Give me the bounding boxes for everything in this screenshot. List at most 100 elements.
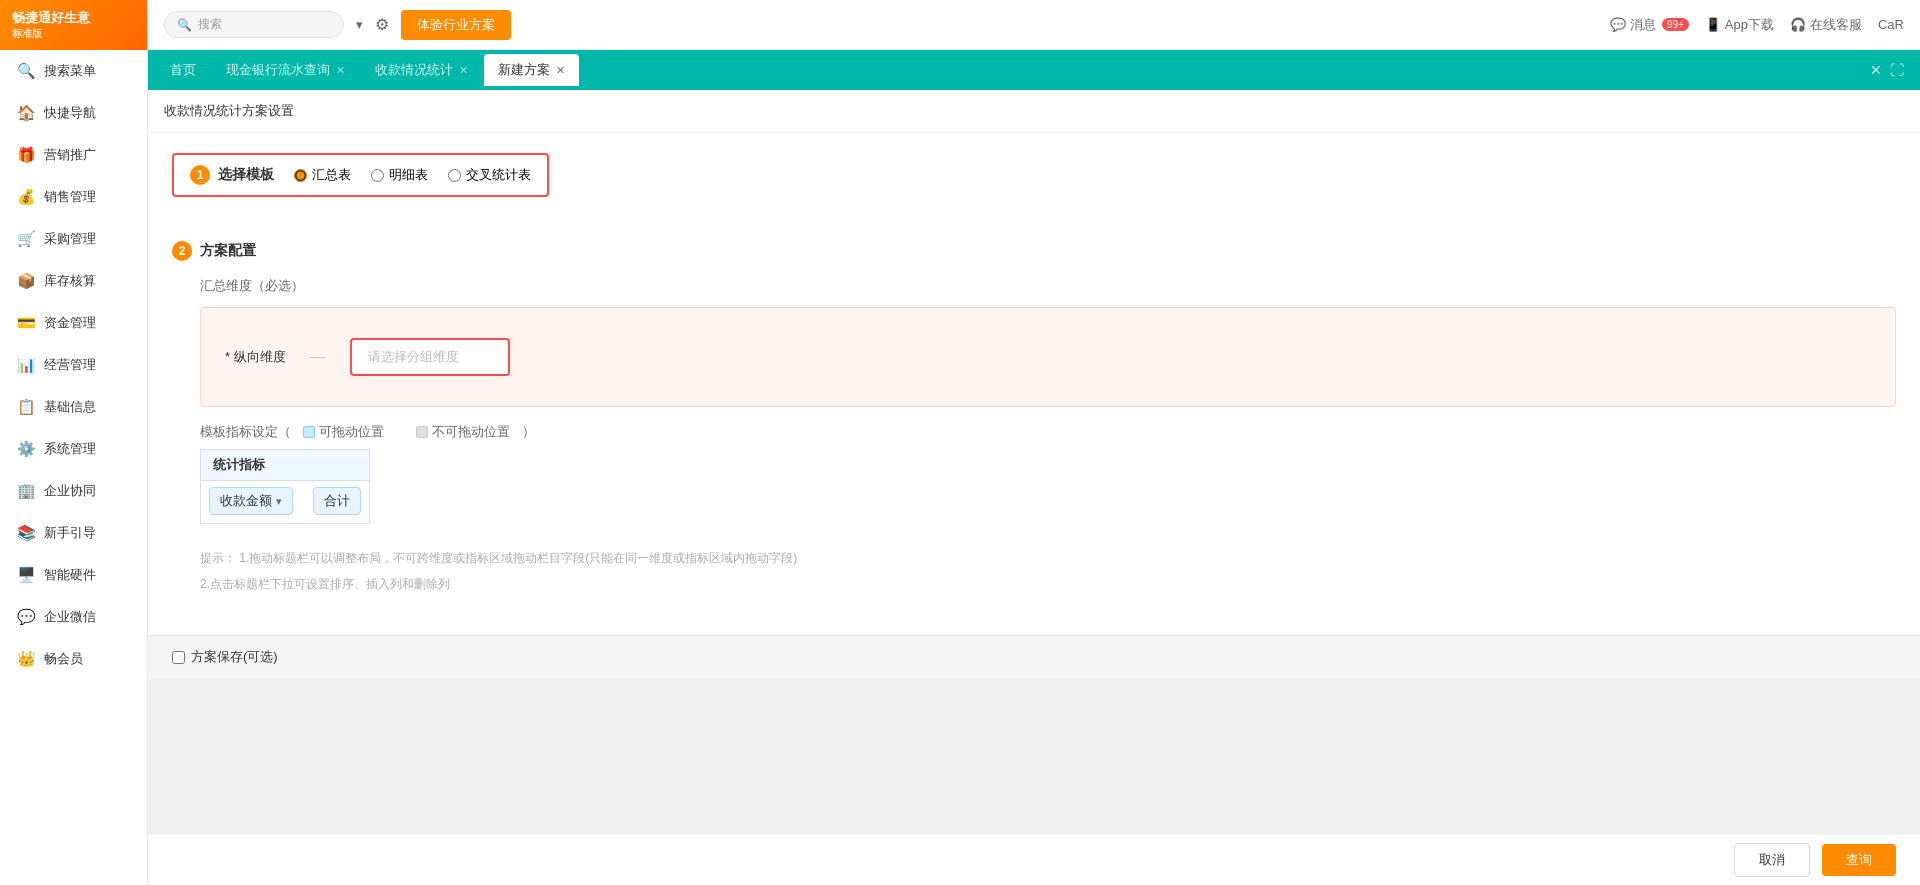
sidebar-item-capital[interactable]: 💳 资金管理	[0, 302, 147, 344]
tab-new-plan[interactable]: 新建方案 ✕	[484, 54, 579, 86]
section1-wrapper: 1 选择模板 汇总表 明细表	[172, 153, 1896, 221]
tab-home[interactable]: 首页	[156, 54, 210, 86]
search-icon: 🔍	[177, 18, 192, 32]
radio-cross[interactable]: 交叉统计表	[448, 166, 531, 184]
fixed-dot	[416, 426, 428, 438]
sidebar-item-basic-info[interactable]: 📋 基础信息	[0, 386, 147, 428]
tab-label-collection-stat: 收款情况统计	[375, 61, 453, 79]
sidebar-item-marketing[interactable]: 🎁 营销推广	[0, 134, 147, 176]
dimension-label: 汇总维度（必选）	[200, 277, 1896, 295]
tips-section: 提示： 1.拖动标题栏可以调整布局，不可跨维度或指标区域拖动栏目字段(只能在同一…	[200, 548, 1896, 595]
radio-summary-input[interactable]	[294, 169, 307, 182]
tabs-list: 首页现金银行流水查询✕ 收款情况统计 ✕ 新建方案 ✕	[156, 54, 579, 86]
amount-label: 收款金额	[220, 492, 272, 510]
section2-title: 方案配置	[200, 242, 256, 260]
sidebar-label-quick-nav: 快捷导航	[44, 104, 96, 122]
sidebar-label-member: 畅会员	[44, 650, 83, 668]
sidebar-label-inventory: 库存核算	[44, 272, 96, 290]
sidebar-icon-sales: 💰	[16, 188, 36, 206]
dimension-config: 汇总维度（必选） * 纵向维度 — 请选择分组维度 模板指标设定（	[200, 277, 1896, 595]
section1-num: 1	[190, 165, 210, 185]
app-icon: 📱	[1705, 17, 1721, 32]
settings-gear-icon[interactable]: ⚙	[375, 15, 389, 34]
tab-label-new-plan: 新建方案	[498, 61, 550, 79]
amount-dropdown-icon: ▾	[276, 495, 282, 508]
footer-section: 方案保存(可选)	[148, 635, 1920, 678]
sidebar-label-sales: 销售管理	[44, 188, 96, 206]
radio-detail-label: 明细表	[389, 166, 428, 184]
section1-title: 选择模板	[218, 166, 274, 184]
sidebar-item-hardware[interactable]: 🖥️ 智能硬件	[0, 554, 147, 596]
sidebar-icon-inventory: 📦	[16, 272, 36, 290]
radio-cross-label: 交叉统计表	[466, 166, 531, 184]
maximize-window-icon[interactable]: ⛶	[1890, 62, 1904, 78]
sidebar-label-purchase: 采购管理	[44, 230, 96, 248]
sidebar-item-quick-nav[interactable]: 🏠 快捷导航	[0, 92, 147, 134]
row-dimension-label: * 纵向维度	[225, 348, 286, 366]
section1-header: 1 选择模板	[190, 165, 274, 185]
logo-text: 畅捷通好生意	[12, 9, 90, 27]
sidebar-icon-system: ⚙️	[16, 440, 36, 458]
tab-bank-flow[interactable]: 现金银行流水查询✕	[212, 54, 359, 86]
radio-detail[interactable]: 明细表	[371, 166, 428, 184]
sidebar-item-inventory[interactable]: 📦 库存核算	[0, 260, 147, 302]
sidebar-item-system[interactable]: ⚙️ 系统管理	[0, 428, 147, 470]
sidebar-item-search-menu[interactable]: 🔍 搜索菜单	[0, 50, 147, 92]
tab-collection-stat[interactable]: 收款情况统计 ✕	[361, 54, 482, 86]
sidebar-icon-quick-nav: 🏠	[16, 104, 36, 122]
trial-button[interactable]: 体验行业方案	[401, 10, 511, 40]
online-service-button[interactable]: 🎧 在线客服	[1790, 16, 1862, 34]
cancel-button[interactable]: 取消	[1734, 843, 1810, 877]
close-window-icon[interactable]: ✕	[1870, 62, 1882, 78]
notification-button[interactable]: 💬 消息 99+	[1610, 16, 1689, 34]
radio-cross-input[interactable]	[448, 169, 461, 182]
save-plan-checkbox[interactable]	[172, 651, 185, 664]
app-download-button[interactable]: 📱 App下载	[1705, 16, 1774, 34]
sidebar-icon-purchase: 🛒	[16, 230, 36, 248]
radio-summary[interactable]: 汇总表	[294, 166, 351, 184]
sidebar-item-enterprise[interactable]: 🏢 企业协同	[0, 470, 147, 512]
radio-summary-label: 汇总表	[312, 166, 351, 184]
tab-close-new-plan[interactable]: ✕	[556, 64, 565, 77]
logo-sub: 标准版	[12, 27, 90, 41]
search-box[interactable]: 🔍 搜索	[164, 11, 344, 38]
sidebar-icon-enterprise: 🏢	[16, 482, 36, 500]
amount-tag[interactable]: 收款金额 ▾	[209, 487, 293, 515]
save-plan-checkbox-label[interactable]: 方案保存(可选)	[172, 648, 278, 666]
breadcrumb: 收款情况统计方案设置	[164, 103, 294, 118]
sidebar-item-guide[interactable]: 📚 新手引导	[0, 512, 147, 554]
total-tag[interactable]: 合计	[313, 487, 361, 515]
content-scroll: 收款情况统计方案设置 1 选择模板 汇总表	[148, 90, 1920, 833]
stats-title: 统计指标	[213, 457, 265, 472]
sidebar-item-member[interactable]: 👑 畅会员	[0, 638, 147, 680]
sidebar-icon-management: 📊	[16, 356, 36, 374]
sidebar-item-management[interactable]: 📊 经营管理	[0, 344, 147, 386]
tip-line2: 2.点击标题栏下拉可设置排序、插入列和删除列	[200, 574, 1896, 596]
search-dropdown-icon[interactable]: ▾	[356, 17, 363, 32]
main-content: 🔍 搜索 ▾ ⚙ 体验行业方案 💬 消息 99+ 📱 App下载 🎧 在线客服 …	[148, 0, 1920, 885]
tab-bar: 首页现金银行流水查询✕ 收款情况统计 ✕ 新建方案 ✕ ✕ ⛶	[148, 50, 1920, 90]
sidebar-icon-search-menu: 🔍	[16, 62, 36, 80]
movable-legend: 可拖动位置	[303, 423, 384, 441]
sidebar-label-marketing: 营销推广	[44, 146, 96, 164]
user-info[interactable]: CaR	[1878, 17, 1904, 32]
sidebar-icon-guide: 📚	[16, 524, 36, 542]
dimension-select[interactable]: 请选择分组维度	[350, 338, 510, 376]
section2-wrapper: 2 方案配置 汇总维度（必选） * 纵向维度 — 请选择分组维度	[172, 241, 1896, 595]
sidebar-item-wechat[interactable]: 💬 企业微信	[0, 596, 147, 638]
sidebar-item-purchase[interactable]: 🛒 采购管理	[0, 218, 147, 260]
metrics-section: 模板指标设定（ 可拖动位置 不可拖动位置 ）	[200, 423, 1896, 524]
section2-num: 2	[172, 241, 192, 261]
radio-detail-input[interactable]	[371, 169, 384, 182]
sidebar-item-sales[interactable]: 💰 销售管理	[0, 176, 147, 218]
notification-icon: 💬	[1610, 17, 1626, 32]
dimension-area: * 纵向维度 — 请选择分组维度	[200, 307, 1896, 407]
app-download-label: App下载	[1725, 16, 1774, 34]
sidebar-icon-basic-info: 📋	[16, 398, 36, 416]
tab-close-bank-flow[interactable]: ✕	[336, 64, 345, 77]
sidebar-label-system: 系统管理	[44, 440, 96, 458]
sidebar-icon-capital: 💳	[16, 314, 36, 332]
query-button[interactable]: 查询	[1822, 844, 1896, 876]
tab-close-collection-stat[interactable]: ✕	[459, 64, 468, 77]
stats-table-header: 统计指标	[201, 450, 369, 481]
